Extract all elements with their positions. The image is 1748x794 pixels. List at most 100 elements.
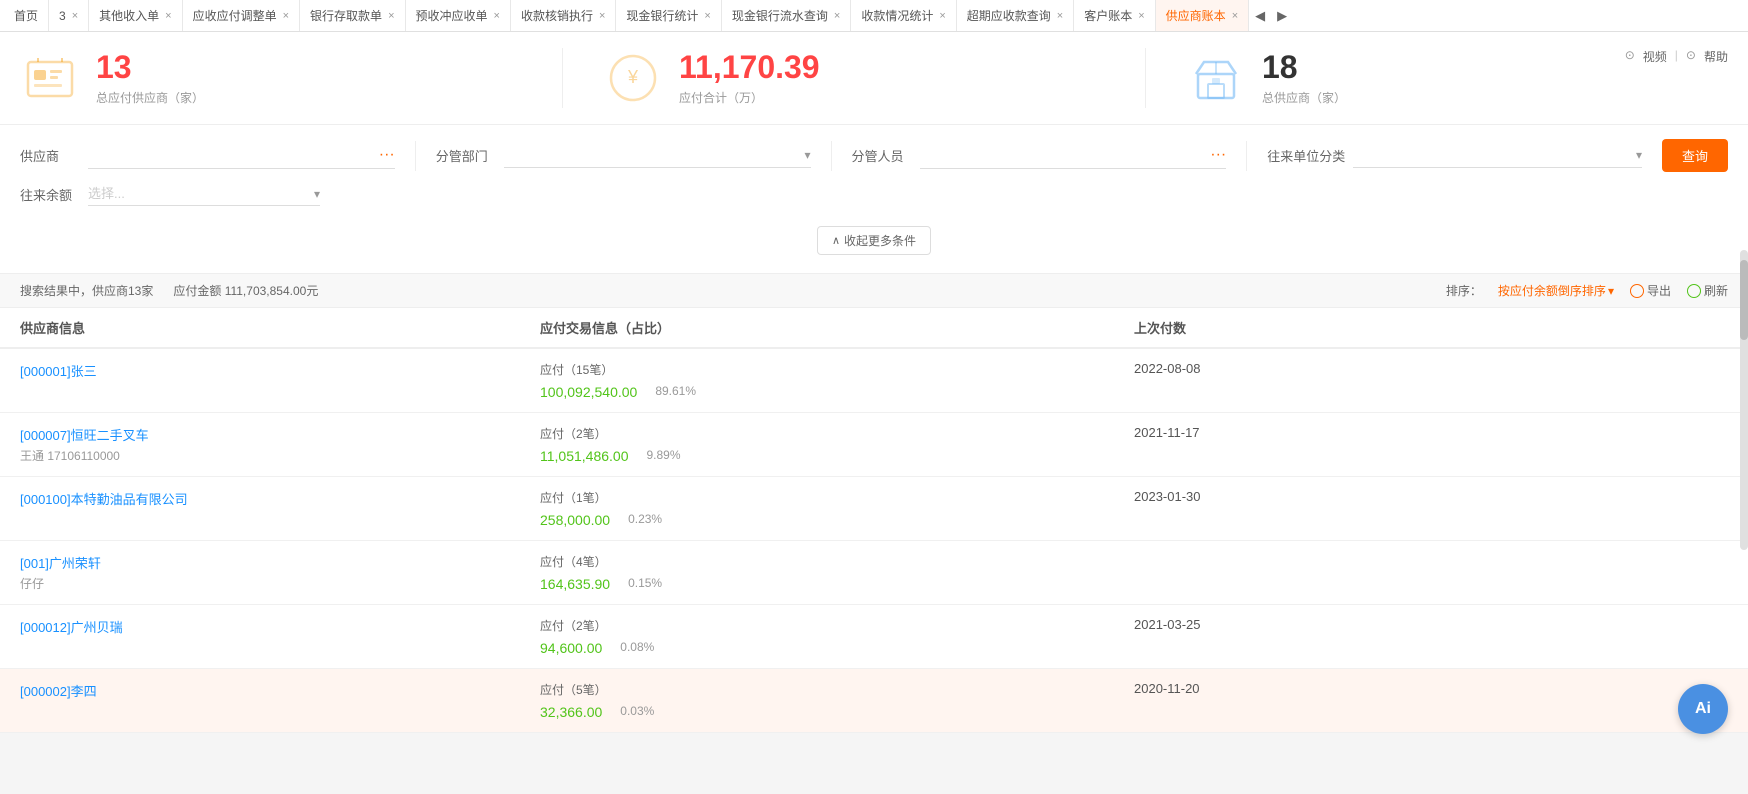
last-pay-date-6: 2020-11-20 [1134,681,1200,696]
payable-cell-5: 应付（2笔） 94,600.00 0.08% [540,617,1134,656]
payable-percent-3: 0.23% [628,512,662,526]
export-button[interactable]: 导出 [1630,282,1671,299]
close-icon[interactable]: × [1057,10,1063,22]
stats-bar: 13 总应付供应商（家） ¥ 11,170.39 应付合计（万） 1 [0,32,1748,125]
person-dots-icon[interactable]: ··· [1210,146,1226,164]
supplier-cell-1: [000001]张三 [20,361,540,380]
balance-input-wrapper: ▾ [88,182,320,206]
close-icon[interactable]: × [939,10,945,22]
sort-arrow-icon: ▾ [1608,284,1614,298]
close-icon[interactable]: × [388,10,394,22]
nav-right-arrow[interactable]: ▶ [1271,0,1293,32]
balance-input[interactable] [88,186,310,201]
nav-tab-overdue[interactable]: 超期应收款查询 × [957,0,1074,32]
supplier-link-1[interactable]: [000001]张三 [20,364,97,379]
last-pay-date-1: 2022-08-08 [1134,361,1201,376]
close-icon[interactable]: × [494,10,500,22]
close-icon[interactable]: × [283,10,289,22]
dept-input[interactable] [504,148,801,163]
supplier-input[interactable] [88,148,379,163]
close-icon[interactable]: × [1138,10,1144,22]
filter-dept: 分管部门 ▾ [436,144,811,168]
nav-tab-prepayment[interactable]: 预收冲应收单 × [406,0,511,32]
help-link[interactable]: 帮助 [1704,48,1728,65]
last-pay-date-5: 2021-03-25 [1134,617,1201,632]
nav-tab-cash-stats[interactable]: 现金银行统计 × [616,0,721,32]
close-icon[interactable]: × [72,10,78,22]
supplier-input-wrapper: ··· [88,142,395,169]
filter-area: 供应商 ··· 分管部门 ▾ 分管人员 ··· 往来单位分类 [0,125,1748,274]
nav-tab-home[interactable]: 首页 [4,0,49,32]
sort-label: 排序： [1446,282,1482,299]
result-actions: 排序： 按应付余额倒序排序 ▾ 导出 刷新 [1446,282,1728,299]
category-filter-label: 往来单位分类 [1267,146,1345,165]
supplier-link-6[interactable]: [000002]李四 [20,684,97,699]
payable-row-6: 32,366.00 0.03% [540,702,1134,720]
close-icon[interactable]: × [599,10,605,22]
payable-amount-4: 164,635.90 [540,576,610,592]
nav-tab-collection-stats[interactable]: 收款情况统计 × [851,0,956,32]
nav-tab-3[interactable]: 3 × [49,0,89,32]
top-right-links: ⊙ 视频 | ⊙ 帮助 [1625,48,1728,65]
supplier-link-3[interactable]: [000100]本特勤油品有限公司 [20,492,188,507]
filter-row-1: 供应商 ··· 分管部门 ▾ 分管人员 ··· 往来单位分类 [20,139,1728,172]
payable-cell-4: 应付（4笔） 164,635.90 0.15% [540,553,1134,592]
category-dropdown-icon[interactable]: ▾ [1636,148,1642,162]
category-input[interactable] [1353,148,1632,163]
result-bar: 搜索结果中，供应商13家 应付金额 111,703,854.00元 排序： 按应… [0,274,1748,308]
person-input-wrapper: ··· [920,142,1227,169]
supplier-dots-icon[interactable]: ··· [379,146,395,164]
close-icon[interactable]: × [834,10,840,22]
collapse-button[interactable]: ∧ 收起更多条件 [817,226,931,255]
scrollbar-thumb[interactable] [1740,260,1748,340]
nav-tab-collection[interactable]: 收款核销执行 × [511,0,616,32]
amount-summary-text: 应付金额 111,703,854.00元 [173,282,318,299]
close-icon[interactable]: × [704,10,710,22]
search-button[interactable]: 查询 [1662,139,1728,172]
payable-label-1: 应付（15笔） [540,361,1134,378]
table-row: [000012]广州贝瑞 应付（2笔） 94,600.00 0.08% 2021… [0,605,1748,669]
supplier-link-4[interactable]: [001]广州荣轩 [20,556,101,571]
balance-filter-label: 往来余额 [20,185,80,204]
refresh-button[interactable]: 刷新 [1687,282,1728,299]
last-pay-cell-3: 2023-01-30 [1134,489,1728,504]
dept-filter-label: 分管部门 [436,146,496,165]
supplier-link-2[interactable]: [000007]恒旺二手叉车 [20,428,149,443]
ai-assistant-button[interactable]: Ai [1678,684,1728,734]
nav-tab-cash-flow[interactable]: 现金银行流水查询 × [722,0,851,32]
supplier-sub-2: 王通 17106110000 [20,447,540,464]
nav-tab-other-income[interactable]: 其他收入单 × [89,0,182,32]
close-icon[interactable]: × [165,10,171,22]
nav-tab-bank[interactable]: 银行存取款单 × [300,0,405,32]
payable-row-2: 11,051,486.00 9.89% [540,446,1134,464]
nav-left-arrow[interactable]: ◀ [1249,0,1271,32]
stat-payable-content: 13 总应付供应商（家） [96,50,204,106]
person-input[interactable] [920,148,1211,163]
scrollbar[interactable] [1740,250,1748,550]
close-icon[interactable]: × [1232,10,1238,22]
payable-amount-6: 32,366.00 [540,704,602,720]
payable-amount-icon: ¥ [603,48,663,108]
payable-percent-1: 89.61% [655,384,696,398]
payable-cell-3: 应付（1笔） 258,000.00 0.23% [540,489,1134,528]
video-link[interactable]: 视频 [1643,48,1667,65]
supplier-cell-4: [001]广州荣轩 仔仔 [20,553,540,592]
balance-dropdown-icon[interactable]: ▾ [314,187,320,201]
nav-tab-adjustment[interactable]: 应收应付调整单 × [183,0,300,32]
top-navigation: 首页 3 × 其他收入单 × 应收应付调整单 × 银行存取款单 × 预收冲应收单… [0,0,1748,32]
filter-divider-1 [415,141,416,171]
supplier-link-5[interactable]: [000012]广州贝瑞 [20,620,123,635]
col-payable-info: 应付交易信息（占比） [540,318,1134,337]
payable-cell-6: 应付（5笔） 32,366.00 0.03% [540,681,1134,720]
nav-tab-customer-ledger[interactable]: 客户账本 × [1074,0,1155,32]
result-summary: 搜索结果中，供应商13家 应付金额 111,703,854.00元 [20,282,318,299]
dept-dropdown-icon[interactable]: ▾ [804,148,810,162]
nav-tab-supplier-ledger[interactable]: 供应商账本 × [1156,0,1249,32]
last-pay-cell-1: 2022-08-08 [1134,361,1728,376]
category-input-wrapper: ▾ [1353,144,1642,168]
sort-button[interactable]: 按应付余额倒序排序 ▾ [1498,282,1614,299]
sort-text: 按应付余额倒序排序 [1498,282,1606,299]
payable-label-5: 应付（2笔） [540,617,1134,634]
payable-row-1: 100,092,540.00 89.61% [540,382,1134,400]
table-row: [001]广州荣轩 仔仔 应付（4笔） 164,635.90 0.15% [0,541,1748,605]
